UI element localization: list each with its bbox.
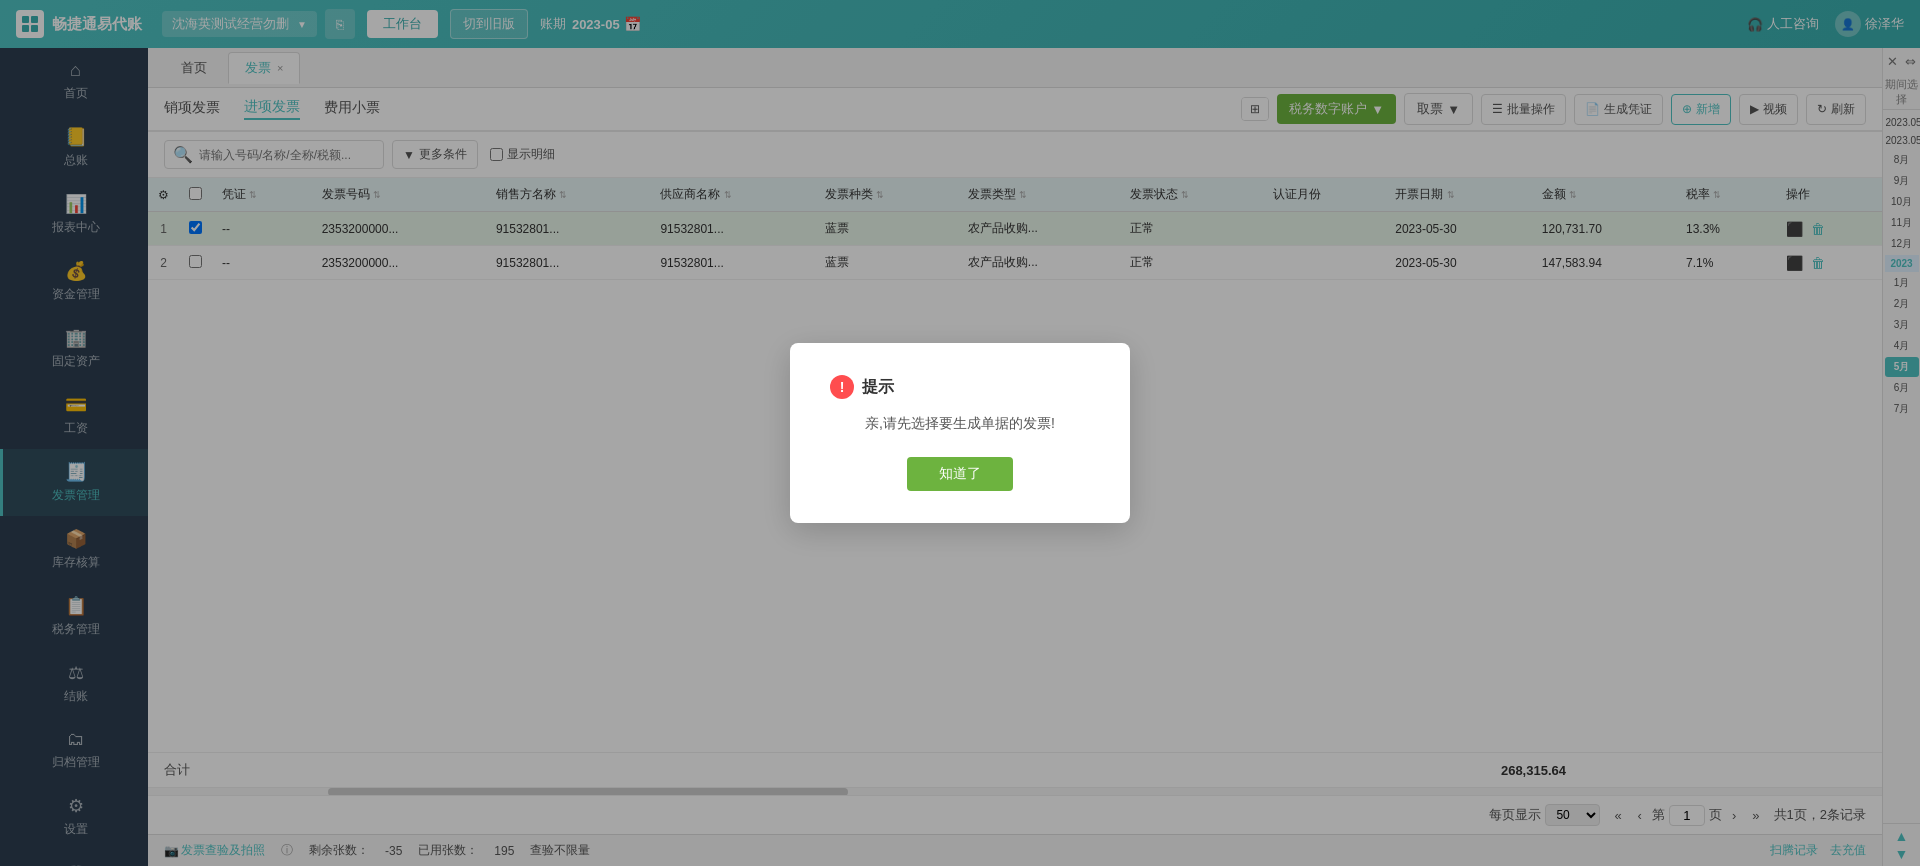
modal-body: 亲,请先选择要生成单据的发票! xyxy=(830,415,1090,433)
modal-overlay: ! 提示 亲,请先选择要生成单据的发票! 知道了 xyxy=(0,0,1920,866)
modal-footer: 知道了 xyxy=(830,457,1090,491)
modal-title: 提示 xyxy=(862,377,894,398)
modal-warning-icon: ! xyxy=(830,375,854,399)
modal-dialog: ! 提示 亲,请先选择要生成单据的发票! 知道了 xyxy=(790,343,1130,523)
modal-header: ! 提示 xyxy=(830,375,1090,399)
modal-ok-button[interactable]: 知道了 xyxy=(907,457,1013,491)
